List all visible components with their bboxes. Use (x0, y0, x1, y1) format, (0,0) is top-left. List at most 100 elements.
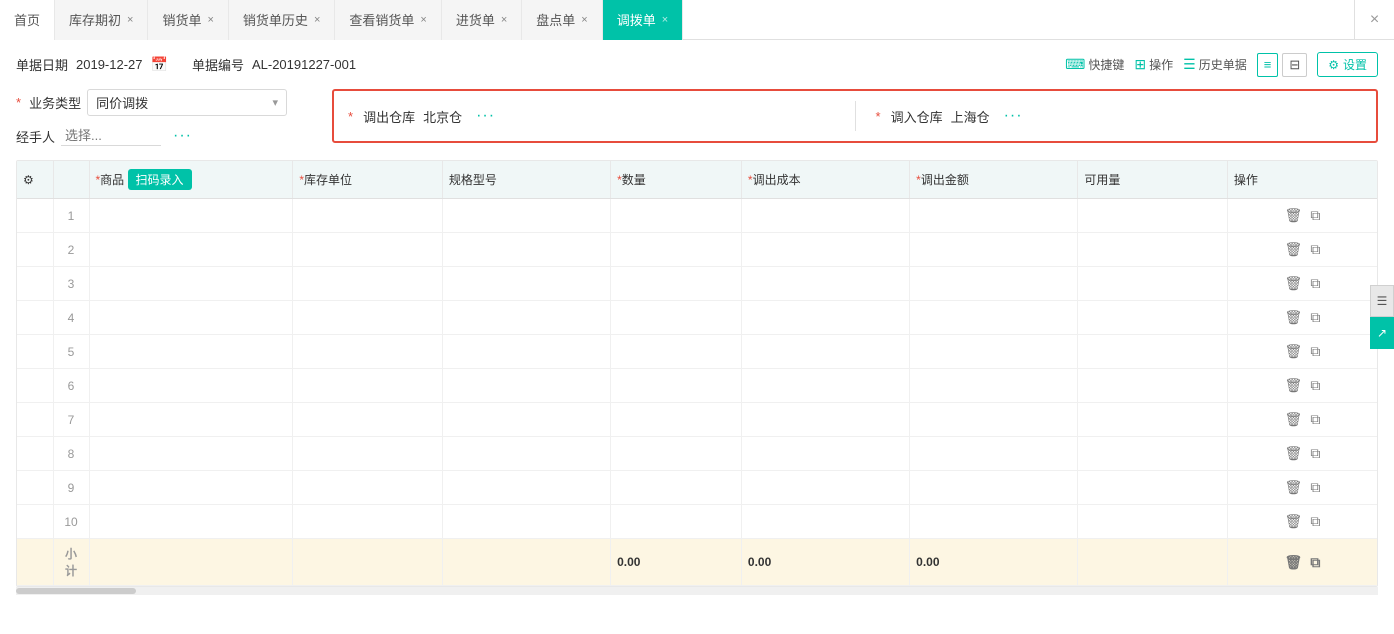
tab-view-sales-close[interactable]: × (420, 14, 426, 26)
row-qty-cell[interactable] (611, 505, 742, 539)
row-qty-cell[interactable] (611, 369, 742, 403)
tab-purchase-order-close[interactable]: × (501, 14, 507, 26)
scan-button[interactable]: 扫码录入 (128, 169, 192, 190)
delete-icon[interactable]: 🗑 (1283, 511, 1305, 532)
row-amount-cell[interactable] (910, 301, 1078, 335)
row-cost-cell[interactable] (741, 403, 909, 437)
row-available-cell[interactable] (1078, 335, 1228, 369)
row-spec-cell[interactable] (442, 505, 610, 539)
row-qty-cell[interactable] (611, 335, 742, 369)
copy-icon[interactable]: ⧉ (1308, 511, 1322, 532)
row-unit-cell[interactable] (293, 403, 443, 437)
calendar-icon[interactable]: 📅 (151, 56, 168, 73)
tab-sales-history[interactable]: 销货单历史 × (229, 0, 335, 40)
setting-button[interactable]: ⚙ 设置 (1317, 52, 1378, 77)
copy-icon[interactable]: ⧉ (1308, 552, 1322, 573)
row-available-cell[interactable] (1078, 199, 1228, 233)
window-close-button[interactable]: × (1354, 0, 1394, 40)
tab-home[interactable]: 首页 (0, 0, 55, 40)
delete-icon[interactable]: 🗑 (1283, 239, 1305, 260)
row-qty-cell[interactable] (611, 233, 742, 267)
delete-icon[interactable]: 🗑 (1283, 273, 1305, 294)
tab-stock-count[interactable]: 盘点单 × (522, 0, 602, 40)
tab-sales-order[interactable]: 销货单 × (148, 0, 228, 40)
copy-icon[interactable]: ⧉ (1308, 307, 1322, 328)
row-spec-cell[interactable] (442, 199, 610, 233)
row-spec-cell[interactable] (442, 301, 610, 335)
scrollbar-thumb[interactable] (16, 588, 136, 594)
delete-icon[interactable]: 🗑 (1283, 205, 1305, 226)
row-unit-cell[interactable] (293, 505, 443, 539)
row-available-cell[interactable] (1078, 505, 1228, 539)
row-cost-cell[interactable] (741, 369, 909, 403)
copy-icon[interactable]: ⧉ (1308, 409, 1322, 430)
row-unit-cell[interactable] (293, 267, 443, 301)
float-btn-list[interactable]: ☰ (1370, 285, 1394, 317)
delete-icon[interactable]: 🗑 (1283, 552, 1305, 573)
delete-icon[interactable]: 🗑 (1283, 375, 1305, 396)
row-product-cell[interactable] (89, 471, 293, 505)
copy-icon[interactable]: ⧉ (1308, 375, 1322, 396)
row-available-cell[interactable] (1078, 437, 1228, 471)
row-unit-cell[interactable] (293, 233, 443, 267)
row-available-cell[interactable] (1078, 267, 1228, 301)
row-spec-cell[interactable] (442, 403, 610, 437)
tab-inventory-open-close[interactable]: × (127, 14, 133, 26)
row-spec-cell[interactable] (442, 369, 610, 403)
handler-more-button[interactable]: ··· (173, 127, 192, 145)
row-product-cell[interactable] (89, 403, 293, 437)
row-cost-cell[interactable] (741, 233, 909, 267)
row-qty-cell[interactable] (611, 199, 742, 233)
row-amount-cell[interactable] (910, 233, 1078, 267)
th-gear[interactable]: ⚙ (17, 161, 53, 199)
row-amount-cell[interactable] (910, 471, 1078, 505)
row-cost-cell[interactable] (741, 505, 909, 539)
delete-icon[interactable]: 🗑 (1283, 409, 1305, 430)
row-unit-cell[interactable] (293, 335, 443, 369)
history-button[interactable]: ☰ 历史单据 (1183, 56, 1247, 73)
row-qty-cell[interactable] (611, 301, 742, 335)
row-amount-cell[interactable] (910, 267, 1078, 301)
row-spec-cell[interactable] (442, 267, 610, 301)
business-type-select[interactable]: 同价调拨 ▾ (87, 89, 287, 116)
copy-icon[interactable]: ⧉ (1308, 239, 1322, 260)
layout-btn-2[interactable]: ⊟ (1282, 53, 1307, 77)
tab-stock-count-close[interactable]: × (581, 14, 587, 26)
operation-button[interactable]: ⊞ 操作 (1134, 56, 1173, 73)
handler-input[interactable] (61, 126, 161, 146)
row-available-cell[interactable] (1078, 471, 1228, 505)
row-unit-cell[interactable] (293, 199, 443, 233)
row-product-cell[interactable] (89, 301, 293, 335)
row-product-cell[interactable] (89, 505, 293, 539)
row-spec-cell[interactable] (442, 335, 610, 369)
shortcut-button[interactable]: ⌨ 快捷键 (1065, 56, 1124, 73)
tab-transfer-order-close[interactable]: × (662, 14, 668, 26)
row-amount-cell[interactable] (910, 437, 1078, 471)
row-spec-cell[interactable] (442, 437, 610, 471)
row-product-cell[interactable] (89, 335, 293, 369)
tab-sales-history-close[interactable]: × (314, 14, 320, 26)
row-product-cell[interactable] (89, 267, 293, 301)
row-amount-cell[interactable] (910, 199, 1078, 233)
row-qty-cell[interactable] (611, 437, 742, 471)
delete-icon[interactable]: 🗑 (1283, 307, 1305, 328)
row-qty-cell[interactable] (611, 267, 742, 301)
row-amount-cell[interactable] (910, 369, 1078, 403)
copy-icon[interactable]: ⧉ (1308, 341, 1322, 362)
row-unit-cell[interactable] (293, 437, 443, 471)
tab-transfer-order[interactable]: 调拨单 × (603, 0, 683, 40)
tab-view-sales[interactable]: 查看销货单 × (335, 0, 441, 40)
delete-icon[interactable]: 🗑 (1283, 477, 1305, 498)
copy-icon[interactable]: ⧉ (1308, 205, 1322, 226)
out-warehouse-more-button[interactable]: ··· (476, 107, 495, 125)
row-amount-cell[interactable] (910, 335, 1078, 369)
row-amount-cell[interactable] (910, 403, 1078, 437)
row-spec-cell[interactable] (442, 471, 610, 505)
row-amount-cell[interactable] (910, 505, 1078, 539)
row-cost-cell[interactable] (741, 301, 909, 335)
in-warehouse-more-button[interactable]: ··· (1004, 107, 1023, 125)
row-product-cell[interactable] (89, 199, 293, 233)
row-qty-cell[interactable] (611, 471, 742, 505)
float-btn-expand[interactable]: ↗ (1370, 317, 1394, 349)
delete-icon[interactable]: 🗑 (1283, 341, 1305, 362)
